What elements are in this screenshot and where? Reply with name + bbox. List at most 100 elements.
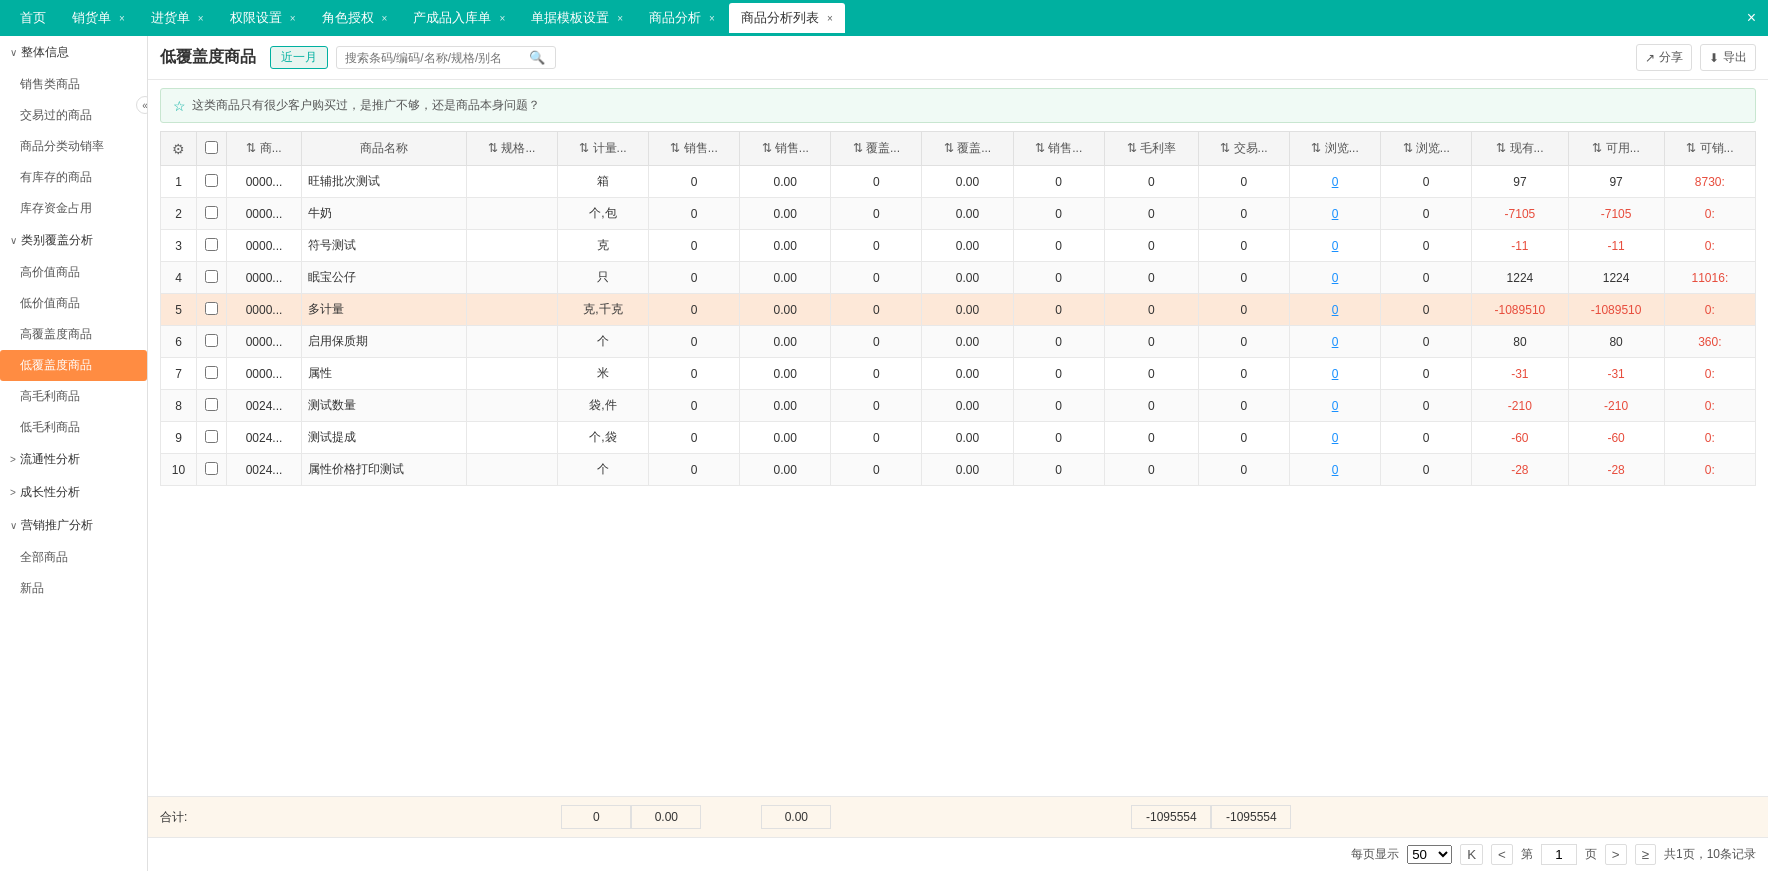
nav-close-permissions[interactable]: ×: [290, 13, 296, 24]
footer-coverage: 0.00: [761, 805, 831, 829]
row-browse1[interactable]: 0: [1289, 262, 1380, 294]
export-button[interactable]: ⬇ 导出: [1700, 44, 1756, 71]
nav-close-product-analysis-list[interactable]: ×: [827, 13, 833, 24]
col-coverage1-header[interactable]: ⇅ 覆盖...: [831, 132, 922, 166]
col-trade-header[interactable]: ⇅ 交易...: [1198, 132, 1289, 166]
search-icon[interactable]: 🔍: [529, 50, 545, 65]
settings-icon[interactable]: ⚙: [172, 141, 185, 157]
sidebar-section-liquidity[interactable]: > 流通性分析: [0, 443, 147, 476]
sidebar-section-overall[interactable]: ∨ 整体信息: [0, 36, 147, 69]
col-current-header[interactable]: ⇅ 现有...: [1472, 132, 1568, 166]
sidebar-item-stock-capital[interactable]: 库存资金占用: [0, 193, 147, 224]
nav-item-template[interactable]: 单据模板设置 ×: [519, 3, 635, 33]
nav-close-sales[interactable]: ×: [119, 13, 125, 24]
table-body: 1 0000... 旺辅批次测试 箱 0 0.00 0 0.00 0 0 0 0…: [161, 166, 1756, 486]
next-page-button[interactable]: >: [1605, 844, 1627, 865]
sidebar-item-low-value[interactable]: 低价值商品: [0, 288, 147, 319]
nav-close-purchase[interactable]: ×: [198, 13, 204, 24]
row-browse1[interactable]: 0: [1289, 198, 1380, 230]
nav-item-home[interactable]: 首页: [8, 3, 58, 33]
section-arrow-liquidity: >: [10, 454, 16, 465]
share-button[interactable]: ↗ 分享: [1636, 44, 1692, 71]
row-checkbox[interactable]: [197, 198, 227, 230]
sidebar-item-category-rate[interactable]: 商品分类动销率: [0, 131, 147, 162]
col-coverage2-header[interactable]: ⇅ 覆盖...: [922, 132, 1013, 166]
row-browse1[interactable]: 0: [1289, 358, 1380, 390]
last-page-button[interactable]: ≥: [1635, 844, 1656, 865]
row-checkbox[interactable]: [197, 326, 227, 358]
row-checkbox[interactable]: [197, 166, 227, 198]
sidebar-item-low-coverage[interactable]: 低覆盖度商品: [0, 350, 147, 381]
col-browse2-header[interactable]: ⇅ 浏览...: [1381, 132, 1472, 166]
sidebar-item-high-value[interactable]: 高价值商品: [0, 257, 147, 288]
search-input[interactable]: [345, 51, 525, 65]
row-checkbox[interactable]: [197, 454, 227, 486]
nav-close-roles[interactable]: ×: [382, 13, 388, 24]
col-code-header[interactable]: ⇅ 商...: [227, 132, 302, 166]
row-sales-amt: 0.00: [740, 454, 831, 486]
col-settings[interactable]: ⚙: [161, 132, 197, 166]
nav-item-inbound[interactable]: 产成品入库单 ×: [401, 3, 517, 33]
col-sales-stat-header[interactable]: ⇅ 销售...: [1013, 132, 1104, 166]
nav-close-inbound[interactable]: ×: [499, 13, 505, 24]
col-spec-header[interactable]: ⇅ 规格...: [466, 132, 557, 166]
first-page-button[interactable]: K: [1460, 844, 1483, 865]
row-name: 启用保质期: [302, 326, 467, 358]
sidebar-item-low-gross[interactable]: 低毛利商品: [0, 412, 147, 443]
row-browse1[interactable]: 0: [1289, 326, 1380, 358]
row-browse1[interactable]: 0: [1289, 390, 1380, 422]
sidebar-item-high-gross[interactable]: 高毛利商品: [0, 381, 147, 412]
col-unit-header[interactable]: ⇅ 计量...: [557, 132, 648, 166]
nav-item-product-analysis[interactable]: 商品分析 ×: [637, 3, 727, 33]
col-checkbox[interactable]: [197, 132, 227, 166]
nav-item-permissions[interactable]: 权限设置 ×: [218, 3, 308, 33]
sort-icon-ss: ⇅: [1035, 141, 1045, 155]
row-browse1[interactable]: 0: [1289, 230, 1380, 262]
col-gross-header[interactable]: ⇅ 毛利率: [1104, 132, 1198, 166]
nav-item-sales[interactable]: 销货单 ×: [60, 3, 137, 33]
sidebar-item-new-products[interactable]: 新品: [0, 573, 147, 604]
col-sales-amt-header[interactable]: ⇅ 销售...: [740, 132, 831, 166]
nav-item-purchase[interactable]: 进货单 ×: [139, 3, 216, 33]
row-browse1[interactable]: 0: [1289, 166, 1380, 198]
page-number-input[interactable]: [1541, 844, 1577, 865]
select-all-checkbox[interactable]: [205, 141, 218, 154]
sidebar-collapse-button[interactable]: «: [136, 96, 148, 114]
app-close-button[interactable]: ×: [1743, 5, 1760, 31]
per-page-select[interactable]: 50 100 200: [1407, 845, 1452, 864]
nav-item-roles[interactable]: 角色授权 ×: [310, 3, 400, 33]
sidebar-item-traded-products[interactable]: 交易过的商品: [0, 100, 147, 131]
row-code: 0000...: [227, 326, 302, 358]
row-checkbox[interactable]: [197, 422, 227, 454]
col-available-header[interactable]: ⇅ 可用...: [1568, 132, 1664, 166]
row-checkbox[interactable]: [197, 390, 227, 422]
nav-close-template[interactable]: ×: [617, 13, 623, 24]
row-checkbox[interactable]: [197, 358, 227, 390]
row-saleable: 11016:: [1664, 262, 1755, 294]
sidebar-section-marketing[interactable]: ∨ 营销推广分析: [0, 509, 147, 542]
col-sales-qty-header[interactable]: ⇅ 销售...: [648, 132, 739, 166]
row-name: 眠宝公仔: [302, 262, 467, 294]
row-browse1[interactable]: 0: [1289, 294, 1380, 326]
sidebar-item-high-coverage[interactable]: 高覆盖度商品: [0, 319, 147, 350]
nav-close-product-analysis[interactable]: ×: [709, 13, 715, 24]
sidebar-item-all-products[interactable]: 全部商品: [0, 542, 147, 573]
sidebar-section-coverage[interactable]: ∨ 类别覆盖分析: [0, 224, 147, 257]
sidebar-item-in-stock[interactable]: 有库存的商品: [0, 162, 147, 193]
col-saleable-header[interactable]: ⇅ 可销...: [1664, 132, 1755, 166]
sidebar-item-sales-products[interactable]: 销售类商品: [0, 69, 147, 100]
row-browse1[interactable]: 0: [1289, 454, 1380, 486]
row-browse1[interactable]: 0: [1289, 422, 1380, 454]
nav-item-product-analysis-list[interactable]: 商品分析列表 ×: [729, 3, 845, 33]
sidebar-section-growth[interactable]: > 成长性分析: [0, 476, 147, 509]
footer-available: -1095554: [1211, 805, 1291, 829]
prev-page-button[interactable]: <: [1491, 844, 1513, 865]
period-filter-button[interactable]: 近一月: [270, 46, 328, 69]
row-checkbox[interactable]: [197, 262, 227, 294]
col-browse1-header[interactable]: ⇅ 浏览...: [1289, 132, 1380, 166]
row-checkbox[interactable]: [197, 230, 227, 262]
col-name-header[interactable]: 商品名称: [302, 132, 467, 166]
row-sales-stat: 0: [1013, 166, 1104, 198]
data-table-wrapper[interactable]: ⚙ ⇅ 商... 商品名称 ⇅ 规格... ⇅ 计量.: [148, 131, 1768, 796]
row-checkbox[interactable]: [197, 294, 227, 326]
